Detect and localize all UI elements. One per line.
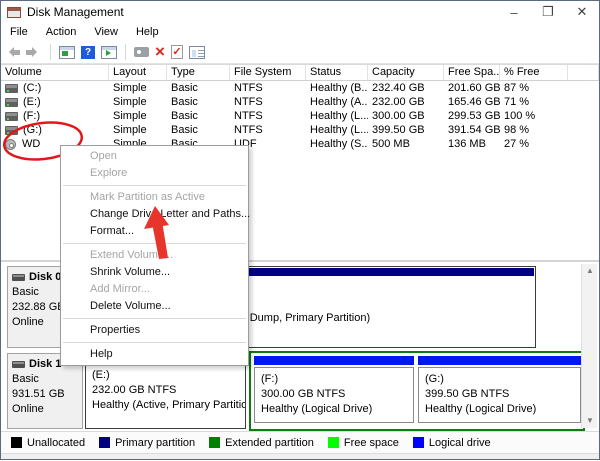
drive-icon: [5, 112, 18, 121]
disk-icon: [12, 361, 25, 368]
menu-item-help[interactable]: Help: [61, 346, 248, 363]
menu-view[interactable]: View: [85, 26, 127, 38]
app-icon: [7, 7, 21, 18]
menu-item-open: Open: [61, 148, 248, 165]
menu-item-add-mirror: Add Mirror...: [61, 281, 248, 298]
window-title: Disk Management: [27, 5, 124, 19]
legend-bar: Unallocated Primary partition Extended p…: [1, 431, 599, 453]
col-status[interactable]: Status: [306, 65, 368, 80]
logical-drive-bar: [418, 356, 581, 365]
menu-action[interactable]: Action: [37, 26, 86, 38]
col-type[interactable]: Type: [167, 65, 230, 80]
col-file-system[interactable]: File System: [230, 65, 306, 80]
menu-item-delete-volume[interactable]: Delete Volume...: [61, 298, 248, 315]
menu-item-extend-volume: Extend Volume...: [61, 247, 248, 264]
partition-f[interactable]: (F:) 300.00 GB NTFS Healthy (Logical Dri…: [254, 356, 414, 426]
toolbar-separator: [50, 44, 51, 60]
toolbar: ? × ✓: [1, 41, 599, 64]
vertical-scrollbar[interactable]: ▲ ▼: [581, 264, 597, 428]
disc-icon: [5, 139, 16, 150]
menu-file[interactable]: File: [1, 26, 37, 38]
table-row-e[interactable]: (E:) SimpleBasic NTFSHealthy (A... 232.0…: [1, 95, 599, 109]
check-document-icon[interactable]: ✓: [171, 45, 183, 59]
menu-item-shrink-volume[interactable]: Shrink Volume...: [61, 264, 248, 281]
legend-primary-partition: Primary partition: [99, 437, 195, 449]
back-icon[interactable]: [4, 47, 20, 57]
forward-icon[interactable]: [26, 47, 42, 57]
drive-icon: [5, 126, 18, 135]
legend-logical-drive: Logical drive: [413, 437, 491, 449]
console-window-icon[interactable]: [59, 46, 75, 59]
col-pct-free[interactable]: % Free: [500, 65, 568, 80]
table-row-c[interactable]: (C:) SimpleBasic NTFSHealthy (B... 232.4…: [1, 81, 599, 95]
menu-item-properties[interactable]: Properties: [61, 322, 248, 339]
disk-management-window: Disk Management – ❐ ✕ File Action View H…: [0, 0, 600, 460]
volume-table-header: Volume Layout Type File System Status Ca…: [1, 65, 599, 81]
context-menu: Open Explore Mark Partition as Active Ch…: [60, 145, 249, 366]
scroll-down-icon[interactable]: ▼: [582, 414, 598, 428]
menu-separator: [63, 243, 246, 244]
disk-icon: [12, 274, 25, 281]
legend-swatch: [328, 437, 339, 448]
menu-separator: [63, 342, 246, 343]
help-icon[interactable]: ?: [81, 46, 95, 59]
extended-partition-box: (F:) 300.00 GB NTFS Healthy (Logical Dri…: [249, 351, 585, 431]
col-volume[interactable]: Volume: [1, 65, 109, 80]
col-empty: [568, 65, 599, 80]
menu-item-format[interactable]: Format...: [61, 223, 248, 240]
status-bar: [1, 453, 599, 459]
menu-item-change-drive-letter[interactable]: Change Drive Letter and Paths...: [61, 206, 248, 223]
properties-icon[interactable]: [189, 46, 205, 59]
drive-icon: [5, 98, 18, 107]
col-free-space[interactable]: Free Spa...: [444, 65, 500, 80]
titlebar: Disk Management – ❐ ✕: [1, 1, 599, 23]
legend-swatch: [99, 437, 110, 448]
logical-drive-bar: [254, 356, 414, 365]
legend-swatch: [209, 437, 220, 448]
close-button[interactable]: ✕: [565, 1, 599, 23]
table-row-g[interactable]: (G:) SimpleBasic NTFSHealthy (L... 399.5…: [1, 123, 599, 137]
maximize-button[interactable]: ❐: [531, 1, 565, 23]
col-capacity[interactable]: Capacity: [368, 65, 444, 80]
menu-separator: [63, 185, 246, 186]
col-layout[interactable]: Layout: [109, 65, 167, 80]
pointer-tool-icon[interactable]: [134, 47, 149, 57]
legend-swatch: [11, 437, 22, 448]
legend-free-space: Free space: [328, 437, 399, 449]
menu-item-mark-partition-active: Mark Partition as Active: [61, 189, 248, 206]
minimize-button[interactable]: –: [497, 1, 531, 23]
delete-volume-icon[interactable]: ×: [155, 45, 165, 59]
legend-swatch: [413, 437, 424, 448]
partition-g[interactable]: (G:) 399.50 GB NTFS Healthy (Logical Dri…: [418, 356, 581, 426]
scroll-up-icon[interactable]: ▲: [582, 264, 598, 278]
drive-icon: [5, 84, 18, 93]
toolbar-separator: [125, 44, 126, 60]
menu-separator: [63, 318, 246, 319]
menu-item-explore: Explore: [61, 165, 248, 182]
legend-unallocated: Unallocated: [11, 437, 85, 449]
menubar: File Action View Help: [1, 23, 599, 41]
table-row-f[interactable]: (F:) SimpleBasic NTFSHealthy (L... 300.0…: [1, 109, 599, 123]
show-window-icon[interactable]: [101, 46, 117, 59]
menu-help[interactable]: Help: [127, 26, 168, 38]
legend-extended-partition: Extended partition: [209, 437, 314, 449]
